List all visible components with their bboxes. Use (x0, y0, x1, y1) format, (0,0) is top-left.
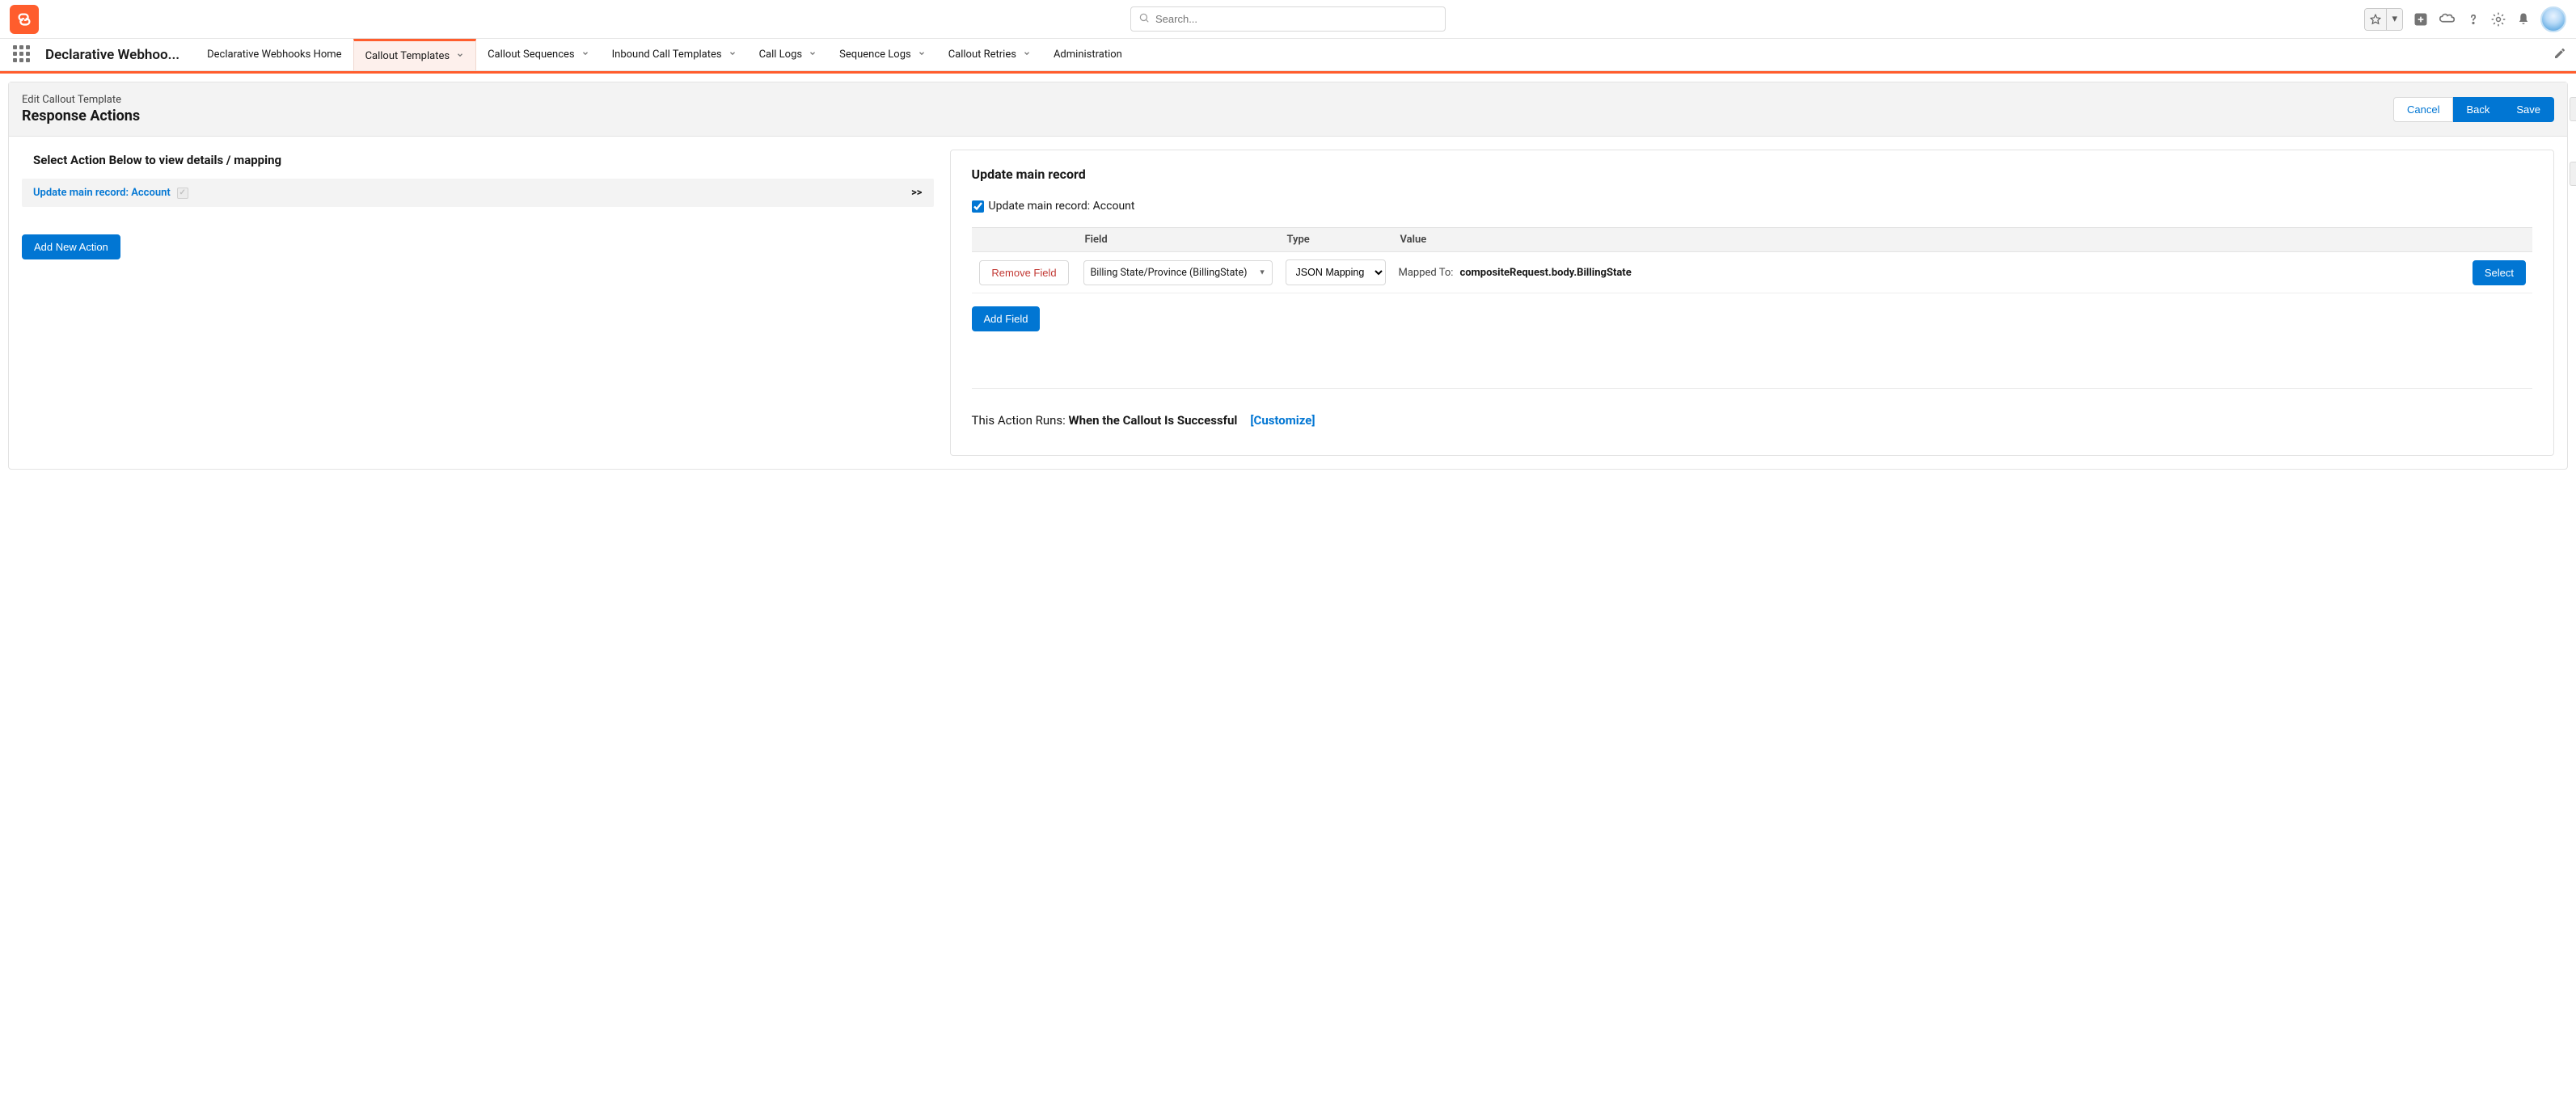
tab-label: Inbound Call Templates (612, 48, 722, 61)
nav-tabs: Declarative Webhooks Home Callout Templat… (196, 39, 1134, 70)
page-header-buttons: Cancel Back Save (2393, 97, 2554, 122)
page-subtitle: Edit Callout Template (22, 94, 140, 106)
chevron-down-icon[interactable] (728, 49, 737, 60)
tab-label: Sequence Logs (839, 48, 911, 61)
header-actions: ▾ (2364, 6, 2566, 32)
nav-tab-sequence-logs[interactable]: Sequence Logs (828, 39, 937, 70)
chevron-down-icon[interactable] (456, 51, 464, 61)
nav-tab-declarative-webhooks-home[interactable]: Declarative Webhooks Home (196, 39, 353, 70)
tab-label: Callout Sequences (488, 48, 575, 61)
nav-tab-administration[interactable]: Administration (1042, 39, 1134, 70)
mapped-to-value: compositeRequest.body.BillingState (1459, 267, 2465, 279)
nav-tab-inbound-call-templates[interactable]: Inbound Call Templates (601, 39, 748, 70)
col-value: Value (1392, 228, 2532, 252)
action-item-label: Update main record: Account (33, 187, 171, 199)
chevron-down-icon[interactable] (809, 49, 817, 60)
checkbox-disabled-icon: ✓ (177, 188, 188, 199)
customize-link[interactable]: [Customize] (1250, 413, 1315, 428)
action-list-item[interactable]: Update main record: Account ✓ >> (22, 179, 934, 207)
tab-label: Administration (1054, 48, 1122, 61)
tab-label: Callout Templates (365, 50, 450, 62)
tab-label: Callout Retries (948, 48, 1016, 61)
save-button[interactable]: Save (2503, 97, 2554, 122)
pencil-icon[interactable] (2553, 47, 2566, 63)
notification-icon[interactable] (2516, 12, 2531, 27)
tab-label: Call Logs (759, 48, 803, 61)
panel-handle[interactable] (2570, 97, 2576, 121)
page-titles: Edit Callout Template Response Actions (22, 94, 140, 124)
nav-tab-callout-templates[interactable]: Callout Templates (353, 39, 476, 70)
cancel-button[interactable]: Cancel (2393, 97, 2453, 122)
chevron-down-icon[interactable] (918, 49, 926, 60)
settings-icon[interactable] (2490, 11, 2506, 27)
page-card: Edit Callout Template Response Actions C… (8, 82, 2568, 470)
back-button[interactable]: Back (2453, 97, 2503, 122)
section-divider (972, 388, 2532, 389)
panel-handle[interactable] (2570, 162, 2576, 186)
field-select[interactable]: Billing State/Province (BillingState) (1083, 260, 1273, 285)
salesforce-icon[interactable] (2439, 11, 2456, 28)
chevron-down-icon: ▾ (2386, 9, 2402, 30)
action-run-condition: This Action Runs: When the Callout Is Su… (972, 405, 2532, 431)
col-type: Type (1279, 228, 1392, 252)
nav-tab-callout-retries[interactable]: Callout Retries (937, 39, 1042, 70)
runs-label: This Action Runs: (972, 413, 1066, 428)
app-logo (10, 5, 39, 34)
col-field: Field (1077, 228, 1279, 252)
app-launcher-icon[interactable] (13, 45, 32, 65)
actions-list-panel: Select Action Below to view details / ma… (22, 150, 934, 456)
page-header: Edit Callout Template Response Actions C… (9, 82, 2567, 137)
mapping-row: Remove Field Billing State/Province (Bil… (972, 252, 2532, 293)
chevron-down-icon[interactable] (1023, 49, 1031, 60)
enable-action-checkbox-row[interactable]: Update main record: Account (972, 200, 2532, 213)
tab-label: Declarative Webhooks Home (207, 48, 341, 61)
remove-field-button[interactable]: Remove Field (979, 260, 1068, 285)
actions-list-heading: Select Action Below to view details / ma… (22, 150, 934, 179)
global-search (1130, 6, 1446, 32)
action-detail-title: Update main record (972, 167, 2532, 182)
page-title: Response Actions (22, 108, 140, 124)
add-icon[interactable] (2413, 11, 2429, 27)
app-nav-bar: Declarative Webhoo... Declarative Webhoo… (0, 39, 2576, 71)
mapped-to-label: Mapped To: (1399, 267, 1454, 279)
chevron-right-icon: >> (911, 187, 922, 199)
nav-tab-callout-sequences[interactable]: Callout Sequences (476, 39, 601, 70)
runs-value: When the Callout Is Successful (1069, 413, 1238, 428)
col-blank (972, 228, 1077, 252)
action-detail-panel: Update main record Update main record: A… (950, 150, 2554, 456)
help-icon[interactable] (2466, 12, 2481, 27)
search-input[interactable] (1130, 6, 1446, 32)
type-select[interactable]: JSON Mapping (1286, 259, 1386, 285)
user-avatar[interactable] (2540, 6, 2566, 32)
field-mapping-table: Field Type Value Remove Field (972, 227, 2532, 293)
nav-tab-call-logs[interactable]: Call Logs (748, 39, 829, 70)
app-name: Declarative Webhoo... (45, 47, 179, 63)
select-mapping-button[interactable]: Select (2473, 260, 2526, 285)
add-new-action-button[interactable]: Add New Action (22, 234, 120, 259)
global-header: ▾ (0, 0, 2576, 39)
star-icon (2365, 9, 2386, 30)
utility-bar-handles (2570, 97, 2576, 186)
enable-action-checkbox[interactable] (972, 200, 984, 213)
enable-action-label: Update main record: Account (989, 200, 1135, 213)
favorites-button[interactable]: ▾ (2364, 8, 2403, 31)
chevron-down-icon[interactable] (581, 49, 589, 60)
add-field-button[interactable]: Add Field (972, 306, 1041, 331)
